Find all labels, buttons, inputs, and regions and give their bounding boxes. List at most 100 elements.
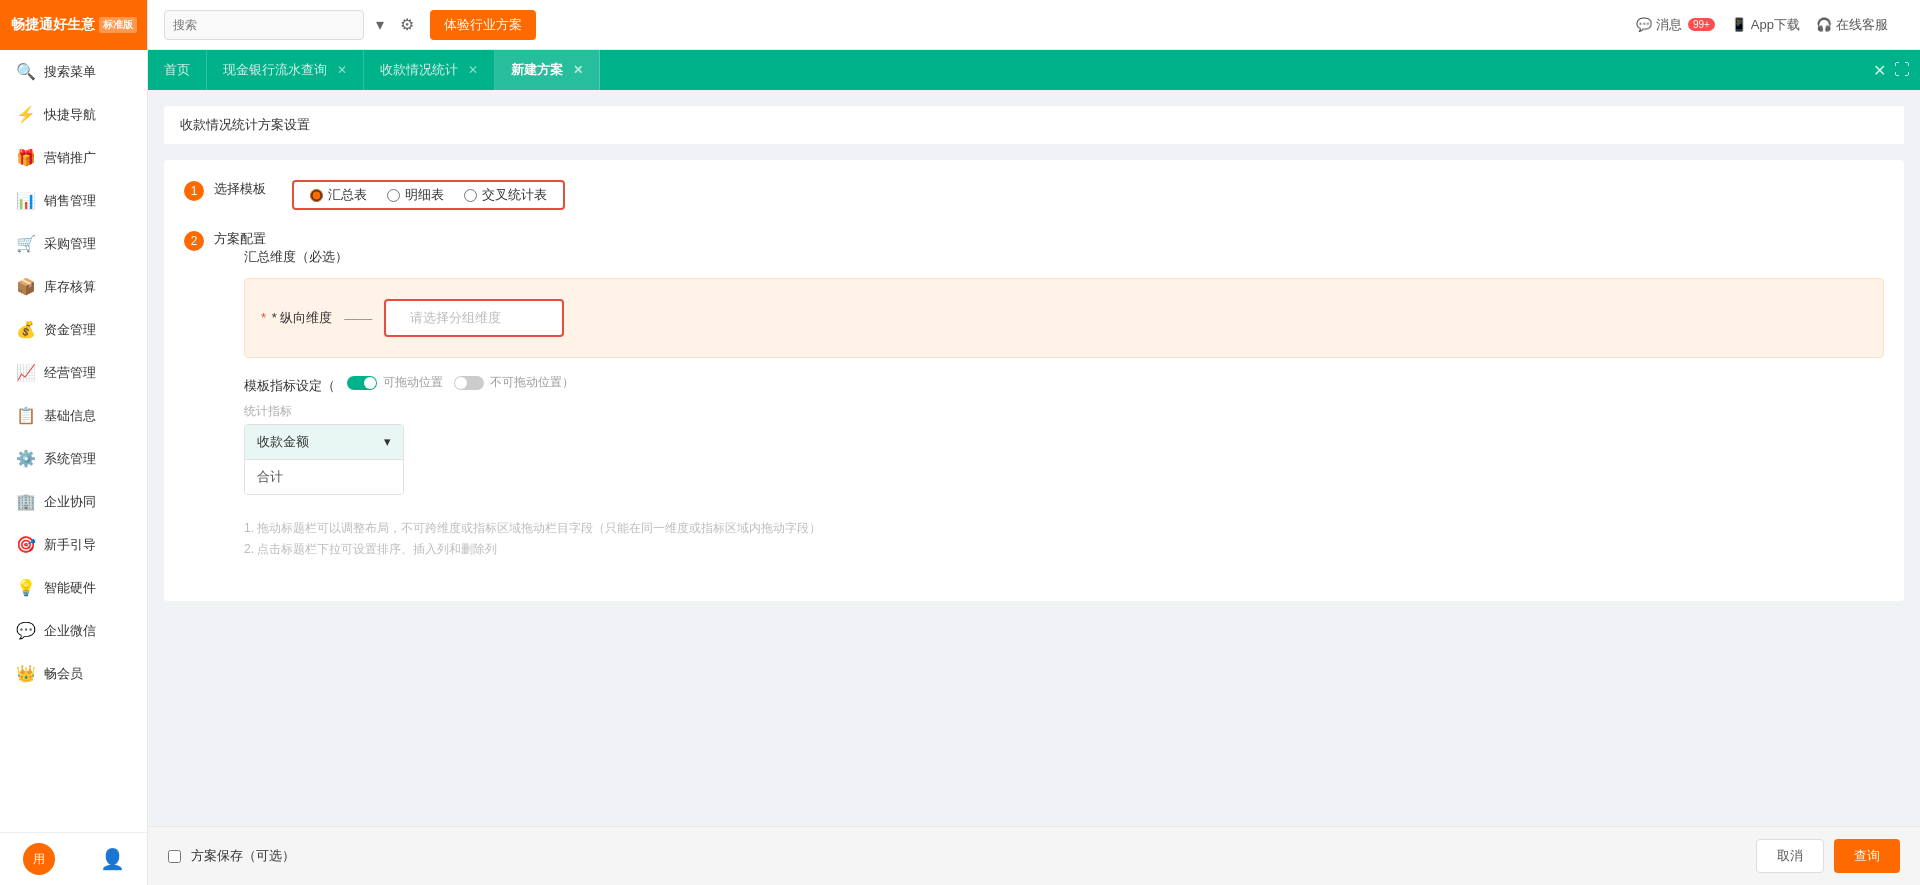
dim-select-box[interactable]: 请选择分组维度 <box>384 299 564 337</box>
sidebar-item-sales[interactable]: 📊 销售管理 <box>0 179 147 222</box>
sidebar-item-search[interactable]: 🔍 搜索菜单 <box>0 50 147 93</box>
download-label: App下载 <box>1751 16 1800 34</box>
footer-buttons: 取消 查询 <box>1756 839 1900 873</box>
sidebar-item-marketing[interactable]: 🎁 营销推广 <box>0 136 147 179</box>
wechat-icon: 💬 <box>16 621 36 640</box>
service-label: 在线客服 <box>1836 16 1888 34</box>
download-item[interactable]: 📱 App下载 <box>1731 16 1800 34</box>
tabbar-actions: ✕ ⛶ <box>1863 50 1920 90</box>
radio-summary-label: 汇总表 <box>328 186 367 204</box>
main-area: ▾ ⚙ 体验行业方案 💬 消息 99+ 📱 App下载 🎧 在线客服 首页 <box>148 0 1920 885</box>
notifications-label: 消息 <box>1656 16 1682 34</box>
tab-cashflow-label: 现金银行流水查询 <box>223 61 327 79</box>
sub-label-dimension: 汇总维度（必选） <box>244 248 1884 266</box>
vertical-label-text: * 纵向维度 <box>272 310 333 325</box>
edition-tag: 标准版 <box>99 17 137 33</box>
sidebar-item-collab[interactable]: 🏢 企业协同 <box>0 480 147 523</box>
sidebar-item-management[interactable]: 📈 经营管理 <box>0 351 147 394</box>
sidebar-item-wechat[interactable]: 💬 企业微信 <box>0 609 147 652</box>
step2-body: 方案配置 汇总维度（必选） * * 纵向维度 —— 请选择分组维度 <box>214 230 1884 561</box>
radio-cross[interactable]: 交叉统计表 <box>464 186 547 204</box>
step2-content: 汇总维度（必选） * * 纵向维度 —— 请选择分组维度 模板指标设定（ <box>244 248 1884 561</box>
dimension-area: * * 纵向维度 —— 请选择分组维度 <box>244 278 1884 358</box>
trial-button[interactable]: 体验行业方案 <box>430 10 536 40</box>
radio-summary[interactable]: 汇总表 <box>310 186 367 204</box>
metrics-header-row: 模板指标设定（ 可拖动位置 不可拖动位置） <box>244 374 1884 395</box>
radio-detail[interactable]: 明细表 <box>387 186 444 204</box>
logo-text: 畅捷通好生意 <box>11 16 95 34</box>
sidebar-item-basic-info[interactable]: 📋 基础信息 <box>0 394 147 437</box>
sidebar-item-label: 采购管理 <box>44 235 96 253</box>
sidebar-item-hardware[interactable]: 💡 智能硬件 <box>0 566 147 609</box>
tab-collection[interactable]: 收款情况统计 ✕ <box>364 50 495 90</box>
movable-toggle[interactable] <box>347 376 377 390</box>
collab-icon: 🏢 <box>16 492 36 511</box>
radio-detail-label: 明细表 <box>405 186 444 204</box>
hardware-icon: 💡 <box>16 578 36 597</box>
save-label: 方案保存（可选） <box>191 847 295 865</box>
movable-label: 可拖动位置 <box>383 374 443 391</box>
sidebar-item-label: 资金管理 <box>44 321 96 339</box>
sidebar-item-label: 营销推广 <box>44 149 96 167</box>
radio-cross-input[interactable] <box>464 189 477 202</box>
stat-section-label: 统计指标 <box>244 403 404 420</box>
metric-table-header[interactable]: 收款金额 ▾ <box>245 425 403 460</box>
notifications-item[interactable]: 💬 消息 99+ <box>1636 16 1715 34</box>
tab-close-all-button[interactable]: ✕ <box>1873 61 1886 80</box>
footer: 方案保存（可选） 取消 查询 <box>148 826 1920 885</box>
step1: 1 选择模板 汇总表 明细表 交叉统计表 <box>184 180 1884 210</box>
template-radio-group: 汇总表 明细表 交叉统计表 <box>292 180 565 210</box>
message-icon: 💬 <box>1636 17 1652 32</box>
tab-expand-button[interactable]: ⛶ <box>1894 61 1910 79</box>
sidebar-item-label: 系统管理 <box>44 450 96 468</box>
sidebar-item-guide[interactable]: 🎯 新手引导 <box>0 523 147 566</box>
save-checkbox[interactable] <box>168 850 181 863</box>
sidebar-item-label: 畅会员 <box>44 665 83 683</box>
tab-collection-close[interactable]: ✕ <box>468 63 478 77</box>
sidebar-item-inventory[interactable]: 📦 库存核算 <box>0 265 147 308</box>
sidebar: 畅捷通好生意 标准版 🔍 搜索菜单 ⚡ 快捷导航 🎁 营销推广 📊 销售管理 🛒… <box>0 0 148 885</box>
tab-cashflow[interactable]: 现金银行流水查询 ✕ <box>207 50 364 90</box>
tips-area: 1. 拖动标题栏可以调整布局，不可跨维度或指标区域拖动栏目字段（只能在同一维度或… <box>244 518 1884 561</box>
topbar-right: 💬 消息 99+ 📱 App下载 🎧 在线客服 <box>1636 16 1904 34</box>
tab-collection-label: 收款情况统计 <box>380 61 458 79</box>
metric-table: 收款金额 ▾ 合计 <box>244 424 404 495</box>
tab-new-plan-close[interactable]: ✕ <box>573 63 583 77</box>
radio-summary-input[interactable] <box>310 189 323 202</box>
sidebar-item-label: 搜索菜单 <box>44 63 96 81</box>
sidebar-item-system[interactable]: ⚙️ 系统管理 <box>0 437 147 480</box>
step1-num: 1 <box>184 181 204 201</box>
tab-new-plan-label: 新建方案 <box>511 61 563 79</box>
step2-num: 2 <box>184 231 204 251</box>
sidebar-item-label: 库存核算 <box>44 278 96 296</box>
inventory-icon: 📦 <box>16 277 36 296</box>
step2-label: 方案配置 <box>214 231 266 246</box>
immovable-toggle[interactable] <box>454 376 484 390</box>
dropdown-button[interactable]: ▾ <box>376 15 384 34</box>
sidebar-item-finance[interactable]: 💰 资金管理 <box>0 308 147 351</box>
gear-icon[interactable]: ⚙ <box>400 15 414 34</box>
notifications-badge: 99+ <box>1688 18 1715 31</box>
search-icon: 🔍 <box>16 62 36 81</box>
system-icon: ⚙️ <box>16 449 36 468</box>
sidebar-item-member[interactable]: 👑 畅会员 <box>0 652 147 695</box>
tip1: 1. 拖动标题栏可以调整布局，不可跨维度或指标区域拖动栏目字段（只能在同一维度或… <box>244 518 1884 540</box>
sidebar-item-label: 销售管理 <box>44 192 96 210</box>
download-icon: 📱 <box>1731 17 1747 32</box>
metric-header-label: 收款金额 <box>257 433 309 451</box>
avatar[interactable]: 用 <box>23 843 55 875</box>
immovable-hint: 不可拖动位置） <box>454 374 574 391</box>
tab-cashflow-close[interactable]: ✕ <box>337 63 347 77</box>
query-button[interactable]: 查询 <box>1834 839 1900 873</box>
service-item[interactable]: 🎧 在线客服 <box>1816 16 1888 34</box>
page-title: 收款情况统计方案设置 <box>164 106 1904 144</box>
sidebar-item-nav[interactable]: ⚡ 快捷导航 <box>0 93 147 136</box>
tab-new-plan[interactable]: 新建方案 ✕ <box>495 50 600 90</box>
sidebar-item-purchase[interactable]: 🛒 采购管理 <box>0 222 147 265</box>
sidebar-item-label: 企业微信 <box>44 622 96 640</box>
tab-home[interactable]: 首页 <box>148 50 207 90</box>
basic-info-icon: 📋 <box>16 406 36 425</box>
search-input[interactable] <box>164 10 364 40</box>
cancel-button[interactable]: 取消 <box>1756 839 1824 873</box>
radio-detail-input[interactable] <box>387 189 400 202</box>
